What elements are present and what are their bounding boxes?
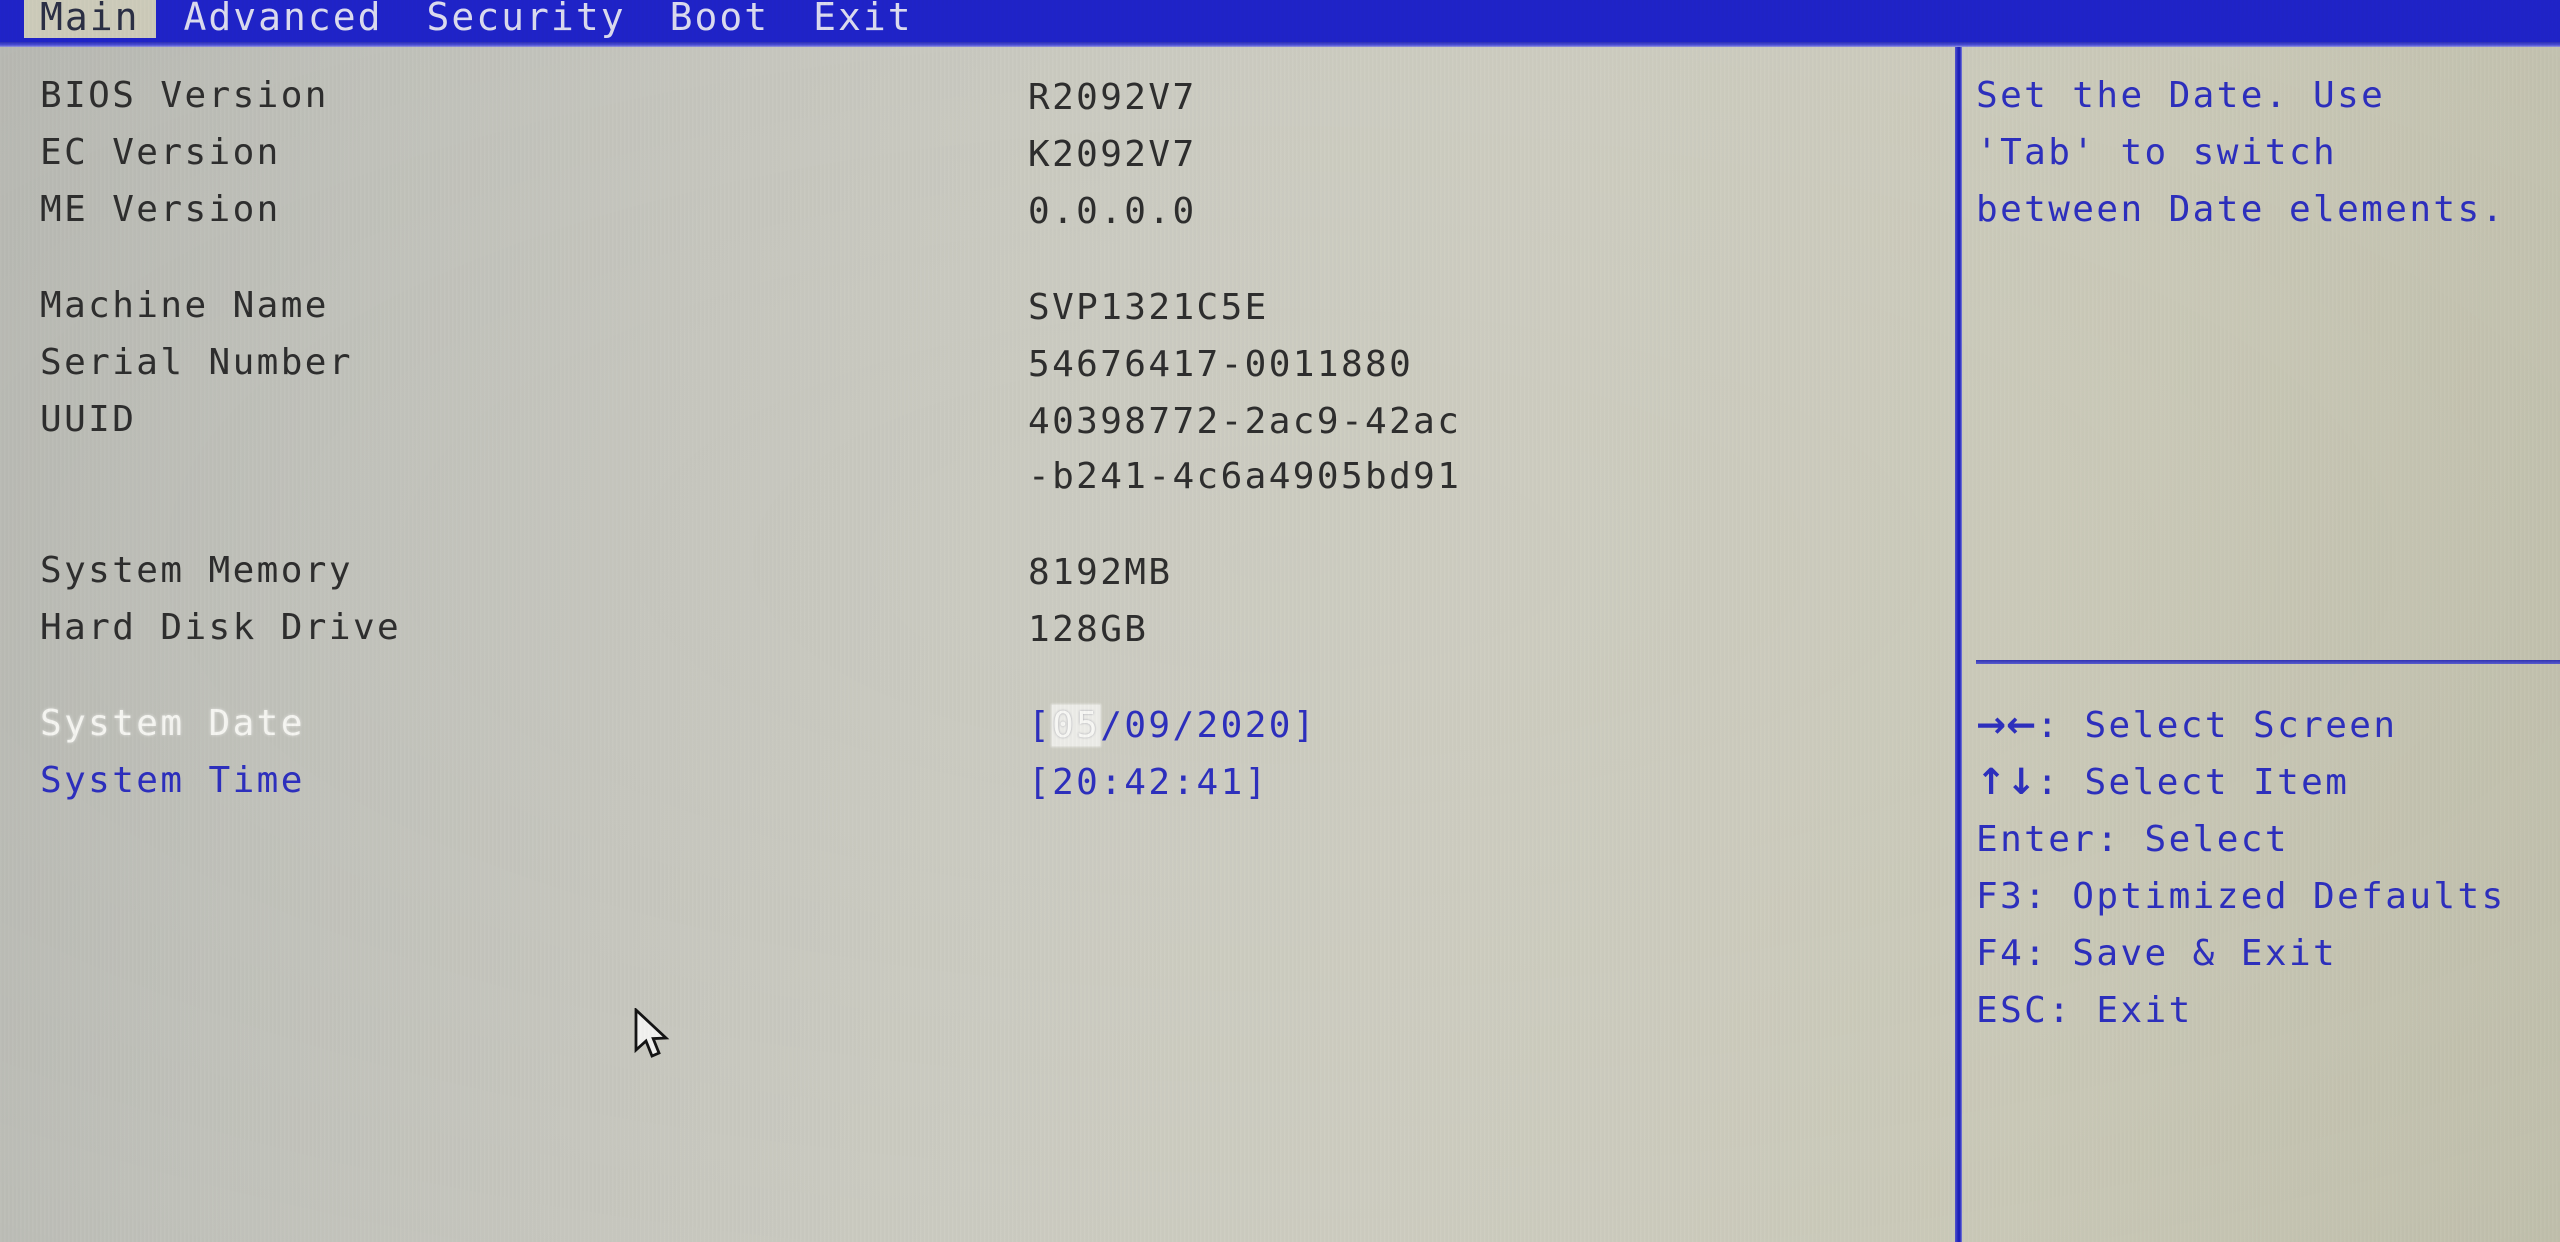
tab-security[interactable]: Security — [411, 0, 642, 38]
system-date-close-bracket: ] — [1292, 705, 1317, 746]
system-date-sep-2: / — [1172, 705, 1197, 746]
value-system-date[interactable]: [05/09/2020] — [1028, 705, 1317, 746]
help-text-line-1: Set the Date. Use — [1976, 75, 2386, 116]
menu-gap-4 — [785, 0, 797, 42]
key-hint-esc-exit: ESC: Exit — [1976, 990, 2193, 1031]
system-date-day[interactable]: 09 — [1124, 705, 1172, 746]
system-date-year[interactable]: 2020 — [1197, 705, 1293, 746]
label-bios-version: BIOS Version — [40, 75, 329, 116]
menu-gap-1 — [156, 0, 168, 42]
key-hint-save-and-exit: F4: Save & Exit — [1976, 933, 2338, 974]
menu-bar: Main Advanced Security Boot Exit — [0, 0, 2560, 42]
arrow-left-right-icon: →← — [1976, 705, 2037, 746]
label-system-memory: System Memory — [40, 550, 353, 591]
label-serial-number: Serial Number — [40, 342, 353, 383]
main-content-panel: BIOS Version R2092V7 EC Version K2092V7 … — [0, 47, 1955, 1242]
tab-exit[interactable]: Exit — [797, 0, 929, 38]
system-date-sep-1: / — [1100, 705, 1125, 746]
bios-setup-screen: Main Advanced Security Boot Exit BIOS Ve… — [0, 0, 2560, 1242]
panel-divider — [1955, 47, 1962, 1242]
menu-gap-3 — [642, 0, 654, 42]
value-uuid-line2: -b241-4c6a4905bd91 — [1028, 456, 1462, 497]
help-text-line-2: 'Tab' to switch — [1976, 132, 2338, 173]
label-system-date[interactable]: System Date — [40, 706, 305, 742]
menu-bar-left-pad — [0, 0, 24, 42]
key-hint-enter-select: Enter: Select — [1976, 819, 2289, 860]
key-hint-select-item-label: : Select Item — [2036, 762, 2350, 803]
tab-advanced[interactable]: Advanced — [168, 0, 399, 38]
key-hint-select-item: ↑↓: Select Item — [1976, 765, 2349, 801]
arrow-up-down-icon: ↑↓ — [1976, 762, 2037, 803]
key-hint-select-screen: →←: Select Screen — [1976, 708, 2397, 744]
value-machine-name: SVP1321C5E — [1028, 287, 1269, 328]
value-me-version: 0.0.0.0 — [1028, 191, 1197, 232]
value-bios-version: R2092V7 — [1028, 77, 1197, 118]
system-date-month[interactable]: 05 — [1052, 705, 1101, 746]
help-separator — [1976, 660, 2560, 664]
value-serial-number: 54676417-0011880 — [1028, 344, 1414, 385]
key-hint-optimized-defaults: F3: Optimized Defaults — [1976, 876, 2506, 917]
label-uuid: UUID — [40, 399, 137, 440]
value-uuid-line1: 40398772-2ac9-42ac — [1028, 401, 1462, 442]
label-system-time[interactable]: System Time — [40, 763, 305, 799]
menu-gap-2 — [399, 0, 411, 42]
label-me-version: ME Version — [40, 189, 281, 230]
key-hint-select-screen-label: : Select Screen — [2036, 705, 2398, 746]
value-system-memory: 8192MB — [1028, 552, 1173, 593]
label-hard-disk-drive: Hard Disk Drive — [40, 607, 402, 648]
help-text-line-3: between Date elements. — [1976, 189, 2506, 230]
system-date-open-bracket: [ — [1028, 705, 1053, 746]
label-machine-name: Machine Name — [40, 285, 329, 326]
label-ec-version: EC Version — [40, 132, 281, 173]
menu-bar-underline — [0, 42, 2560, 47]
help-panel: Set the Date. Use 'Tab' to switch betwee… — [1962, 47, 2560, 1242]
value-system-time[interactable]: [20:42:41] — [1028, 765, 1269, 801]
tab-main[interactable]: Main — [24, 0, 156, 38]
value-hard-disk-drive: 128GB — [1028, 609, 1149, 650]
value-ec-version: K2092V7 — [1028, 134, 1197, 175]
tab-boot[interactable]: Boot — [654, 0, 786, 38]
